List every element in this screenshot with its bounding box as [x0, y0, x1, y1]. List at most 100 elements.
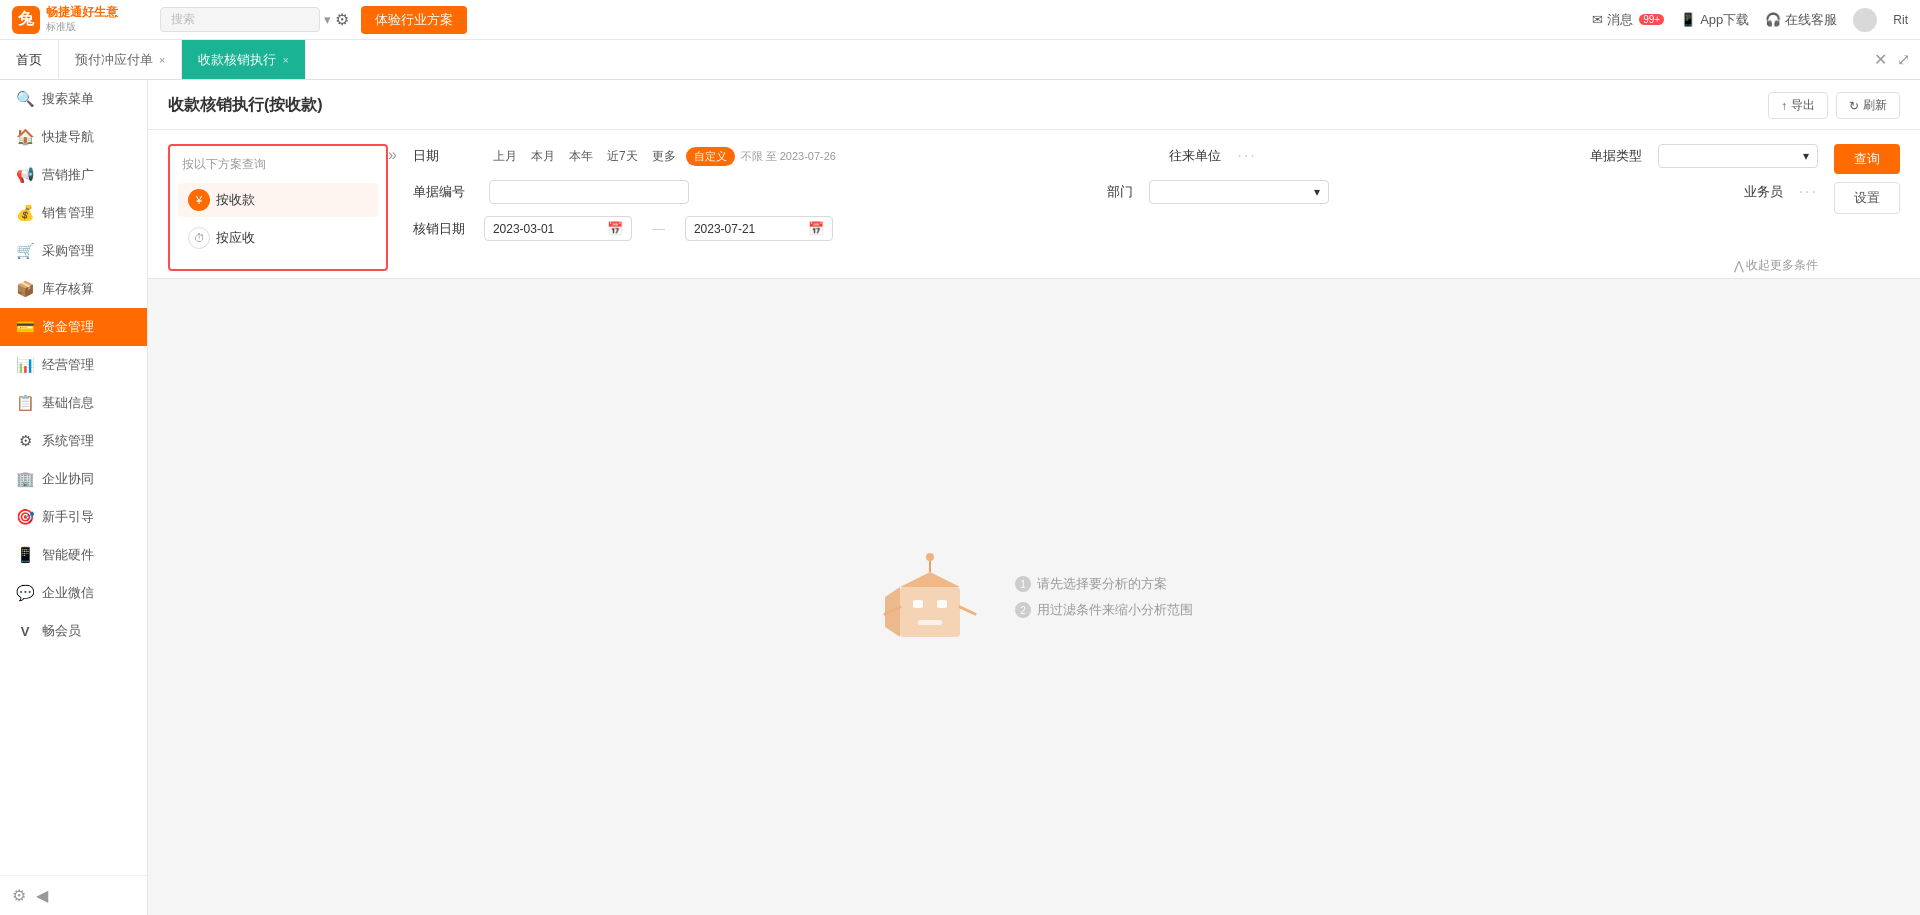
expand-icon[interactable]: ⤢: [1897, 50, 1910, 69]
refresh-button[interactable]: ↻ 刷新: [1836, 92, 1900, 119]
sidebar-item-sys[interactable]: ⚙ 系统管理: [0, 422, 147, 460]
query-button[interactable]: 查询: [1834, 144, 1900, 174]
sidebar-item-label: 基础信息: [42, 394, 94, 412]
sidebar: 🔍 搜索菜单 🏠 快捷导航 📢 营销推广 💰 销售管理 🛒 采购管理 📦 库存核…: [0, 80, 148, 915]
online-service-group[interactable]: 🎧 在线客服: [1765, 11, 1837, 29]
tab-receivable-label: 收款核销执行: [198, 51, 276, 69]
collapse-more-btn[interactable]: ⋀ 收起更多条件: [1734, 257, 1818, 274]
verify-date-end[interactable]: 2023-07-21 📅: [685, 216, 833, 241]
collapse-sidebar-icon[interactable]: ◀: [36, 886, 48, 905]
staff-select-dots[interactable]: ···: [1799, 183, 1818, 201]
tab-receivable[interactable]: 收款核销执行 ×: [182, 40, 305, 79]
verify-date-start[interactable]: 2023-03-01 📅: [484, 216, 632, 241]
tab-prepay-label: 预付冲应付单: [75, 51, 153, 69]
filter-row-1: 日期 上月 本月 本年 近7天 更多 自定义 不限 至 2023-07-26 往…: [413, 144, 1818, 168]
date-btn-last-month[interactable]: 上月: [489, 146, 521, 167]
industry-btn[interactable]: 体验行业方案: [361, 6, 467, 34]
tip-num-1: 1: [1015, 576, 1031, 592]
receipt-option-label: 按收款: [216, 191, 255, 209]
dept-chevron-down-icon: ▾: [1314, 185, 1320, 199]
sidebar-item-enterprise[interactable]: 🏢 企业协同: [0, 460, 147, 498]
sidebar-item-guide[interactable]: 🎯 新手引导: [0, 498, 147, 536]
unit-select-dots[interactable]: ···: [1237, 147, 1256, 165]
filter-row-3: 核销日期 2023-03-01 📅 — 2023-07-21 📅: [413, 216, 1818, 241]
tab-prepay[interactable]: 预付冲应付单 ×: [59, 40, 182, 79]
sidebar-item-sales[interactable]: 💰 销售管理: [0, 194, 147, 232]
refresh-label: 刷新: [1863, 97, 1887, 114]
message-badge: 99+: [1639, 14, 1664, 25]
refresh-icon: ↻: [1849, 99, 1859, 113]
staff-label: 业务员: [1743, 183, 1783, 201]
chevron-down-icon[interactable]: ▾: [324, 12, 331, 27]
biz-icon: 📊: [16, 356, 34, 374]
sidebar-item-biz[interactable]: 📊 经营管理: [0, 346, 147, 384]
collapse-filter-btn[interactable]: »: [388, 146, 397, 164]
app-download-group[interactable]: 📱 App下载: [1680, 11, 1749, 29]
doc-type-select[interactable]: ▾: [1658, 144, 1818, 168]
svg-rect-0: [900, 587, 960, 637]
wechat-icon: 💬: [16, 584, 34, 602]
filter-option-by-receivable[interactable]: ⏱ 按应收: [178, 221, 378, 255]
message-group[interactable]: ✉ 消息 99+: [1592, 11, 1664, 29]
svg-rect-4: [937, 600, 947, 608]
tab-prepay-close[interactable]: ×: [159, 54, 165, 66]
user-avatar[interactable]: [1853, 8, 1877, 32]
svg-rect-3: [913, 600, 923, 608]
app-download-label: App下载: [1700, 11, 1749, 29]
sidebar-item-label: 经营管理: [42, 356, 94, 374]
date-btn-this-month[interactable]: 本月: [527, 146, 559, 167]
sidebar-item-base[interactable]: 📋 基础信息: [0, 384, 147, 422]
verify-date-start-val: 2023-03-01: [493, 222, 554, 236]
doc-no-input[interactable]: [489, 180, 689, 204]
dept-select[interactable]: ▾: [1149, 180, 1329, 204]
receivable-option-icon: ⏱: [188, 227, 210, 249]
purchase-icon: 🛒: [16, 242, 34, 260]
sidebar-item-label: 搜索菜单: [42, 90, 94, 108]
receivable-option-label: 按应收: [216, 229, 255, 247]
sys-icon: ⚙: [16, 432, 34, 450]
online-service-label: 在线客服: [1785, 11, 1837, 29]
tab-receivable-close[interactable]: ×: [282, 54, 288, 66]
sidebar-item-label: 快捷导航: [42, 128, 94, 146]
svg-marker-1: [900, 572, 960, 587]
collapse-more-label: 收起更多条件: [1746, 257, 1818, 274]
date-btn-7days[interactable]: 近7天: [603, 146, 642, 167]
app-logo: 兔 畅捷通好生意 标准版: [12, 5, 160, 35]
sidebar-item-quick-nav[interactable]: 🏠 快捷导航: [0, 118, 147, 156]
sidebar-item-label: 营销推广: [42, 166, 94, 184]
filter-sidebar: 按以下方案查询 ¥ 按收款 ⏱ 按应收: [168, 144, 388, 271]
vip-icon: V: [16, 624, 34, 639]
sidebar-item-vip[interactable]: V 畅会员: [0, 612, 147, 650]
sidebar-item-marketing[interactable]: 📢 营销推广: [0, 156, 147, 194]
date-btn-custom[interactable]: 自定义: [686, 147, 735, 166]
sidebar-item-smart-hw[interactable]: 📱 智能硬件: [0, 536, 147, 574]
settings-icon[interactable]: ⚙: [12, 886, 26, 905]
sidebar-item-inventory[interactable]: 📦 库存核算: [0, 270, 147, 308]
date-btn-more[interactable]: 更多: [648, 146, 680, 167]
tab-bar-controls: ✕ ⤢: [1864, 50, 1920, 69]
verify-date-label: 核销日期: [413, 220, 468, 238]
close-all-icon[interactable]: ✕: [1874, 50, 1887, 69]
filter-option-by-receipt[interactable]: ¥ 按收款: [178, 183, 378, 217]
unit-label: 往来单位: [1161, 147, 1221, 165]
tab-home-label: 首页: [16, 51, 42, 69]
empty-tips: 1 请先选择要分析的方案 2 用过滤条件来缩小分析范围: [1015, 575, 1193, 619]
svg-rect-5: [918, 620, 942, 625]
top-search-box[interactable]: 搜索: [160, 7, 320, 32]
export-button[interactable]: ↑ 导出: [1768, 92, 1828, 119]
tab-home[interactable]: 首页: [0, 40, 59, 79]
sidebar-item-purchase[interactable]: 🛒 采购管理: [0, 232, 147, 270]
sidebar-item-search-menu[interactable]: 🔍 搜索菜单: [0, 80, 147, 118]
search-placeholder: 搜索: [171, 12, 195, 26]
sidebar-item-fund[interactable]: 💳 资金管理: [0, 308, 147, 346]
date-btn-this-year[interactable]: 本年: [565, 146, 597, 167]
sidebar-item-label: 新手引导: [42, 508, 94, 526]
sidebar-item-wechat[interactable]: 💬 企业微信: [0, 574, 147, 612]
home-icon: 🏠: [16, 128, 34, 146]
setting-button[interactable]: 设置: [1834, 182, 1900, 214]
app-download-icon: 📱: [1680, 12, 1696, 27]
page-title: 收款核销执行(按收款): [168, 95, 323, 116]
date-label: 日期: [413, 147, 473, 165]
main-layout: 🔍 搜索菜单 🏠 快捷导航 📢 营销推广 💰 销售管理 🛒 采购管理 📦 库存核…: [0, 80, 1920, 915]
gear-icon[interactable]: ⚙: [331, 9, 353, 31]
